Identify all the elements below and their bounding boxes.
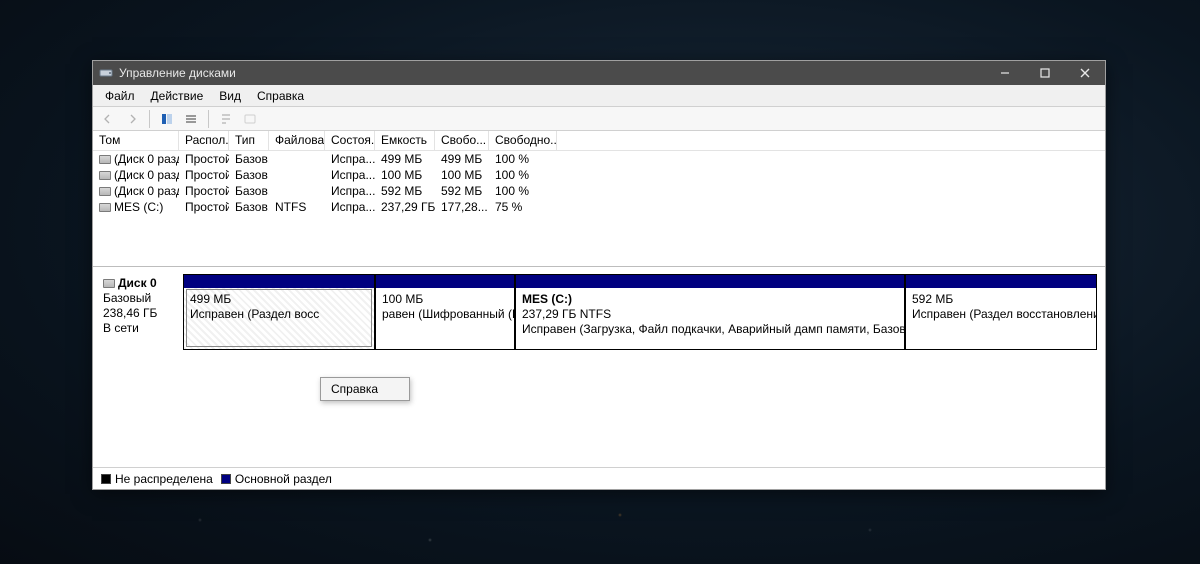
disk-type: Базовый — [103, 291, 177, 306]
volume-row[interactable]: MES (C:)ПростойБазов...NTFSИспра...237,2… — [93, 199, 1105, 215]
close-button[interactable] — [1065, 61, 1105, 85]
volume-icon — [99, 187, 111, 196]
help-toolbar-button — [239, 109, 261, 129]
volume-icon — [99, 171, 111, 180]
unallocated-swatch — [101, 474, 111, 484]
disk-info[interactable]: Диск 0 Базовый 238,46 ГБ В сети — [101, 274, 183, 350]
volume-icon — [99, 203, 111, 212]
partition[interactable]: 499 МБИсправен (Раздел восс — [183, 274, 375, 350]
disk-icon — [103, 279, 115, 288]
volume-icon — [99, 155, 111, 164]
partition[interactable]: 100 МБравен (Шифрованный (П — [375, 274, 515, 350]
col-volume[interactable]: Том — [93, 131, 179, 150]
nav-forward-button — [121, 109, 143, 129]
col-free[interactable]: Свобо... — [435, 131, 489, 150]
disk-size: 238,46 ГБ — [103, 306, 177, 321]
col-freepct[interactable]: Свободно... — [489, 131, 557, 150]
legend-primary: Основной раздел — [221, 472, 332, 486]
disk-management-window: Управление дисками Файл Действие Вид Спр… — [92, 60, 1106, 490]
volume-row[interactable]: (Диск 0 разде...ПростойБазов...Испра...4… — [93, 151, 1105, 167]
disk-graphical-pane[interactable]: Диск 0 Базовый 238,46 ГБ В сети 499 МБИс… — [93, 267, 1105, 489]
nav-back-button — [97, 109, 119, 129]
partition[interactable]: 592 МБИсправен (Раздел восстановления) — [905, 274, 1097, 350]
partition[interactable]: MES (C:)237,29 ГБ NTFSИсправен (Загрузка… — [515, 274, 905, 350]
view-list-button[interactable] — [180, 109, 202, 129]
legend-unallocated: Не распределена — [101, 472, 213, 486]
menu-view[interactable]: Вид — [211, 87, 249, 105]
disk-partitions: 499 МБИсправен (Раздел восс100 МБравен (… — [183, 274, 1097, 350]
toolbar-separator — [149, 110, 150, 128]
maximize-button[interactable] — [1025, 61, 1065, 85]
refresh-button[interactable] — [156, 109, 178, 129]
minimize-button[interactable] — [985, 61, 1025, 85]
app-icon — [99, 66, 113, 80]
col-capacity[interactable]: Емкость — [375, 131, 435, 150]
col-status[interactable]: Состоя... — [325, 131, 375, 150]
window-buttons — [985, 61, 1105, 85]
toolbar — [93, 107, 1105, 131]
menu-action[interactable]: Действие — [143, 87, 212, 105]
context-menu[interactable]: Справка — [320, 377, 410, 401]
properties-button — [215, 109, 237, 129]
col-filesystem[interactable]: Файлова... — [269, 131, 325, 150]
volume-row[interactable]: (Диск 0 разде...ПростойБазов...Испра...1… — [93, 167, 1105, 183]
volume-list-header: Том Распол... Тип Файлова... Состоя... Е… — [93, 131, 1105, 151]
menubar: Файл Действие Вид Справка — [93, 85, 1105, 107]
context-help-item[interactable]: Справка — [321, 378, 409, 400]
col-layout[interactable]: Распол... — [179, 131, 229, 150]
toolbar-separator — [208, 110, 209, 128]
legend: Не распределена Основной раздел — [93, 467, 1105, 489]
volume-row[interactable]: (Диск 0 разде...ПростойБазов...Испра...5… — [93, 183, 1105, 199]
disk-name: Диск 0 — [118, 276, 157, 290]
volume-list-pane[interactable]: Том Распол... Тип Файлова... Состоя... Е… — [93, 131, 1105, 267]
titlebar[interactable]: Управление дисками — [93, 61, 1105, 85]
menu-help[interactable]: Справка — [249, 87, 312, 105]
disk-row: Диск 0 Базовый 238,46 ГБ В сети 499 МБИс… — [101, 274, 1097, 350]
disk-online: В сети — [103, 321, 177, 336]
primary-swatch — [221, 474, 231, 484]
window-title: Управление дисками — [119, 66, 985, 80]
col-type[interactable]: Тип — [229, 131, 269, 150]
menu-file[interactable]: Файл — [97, 87, 143, 105]
